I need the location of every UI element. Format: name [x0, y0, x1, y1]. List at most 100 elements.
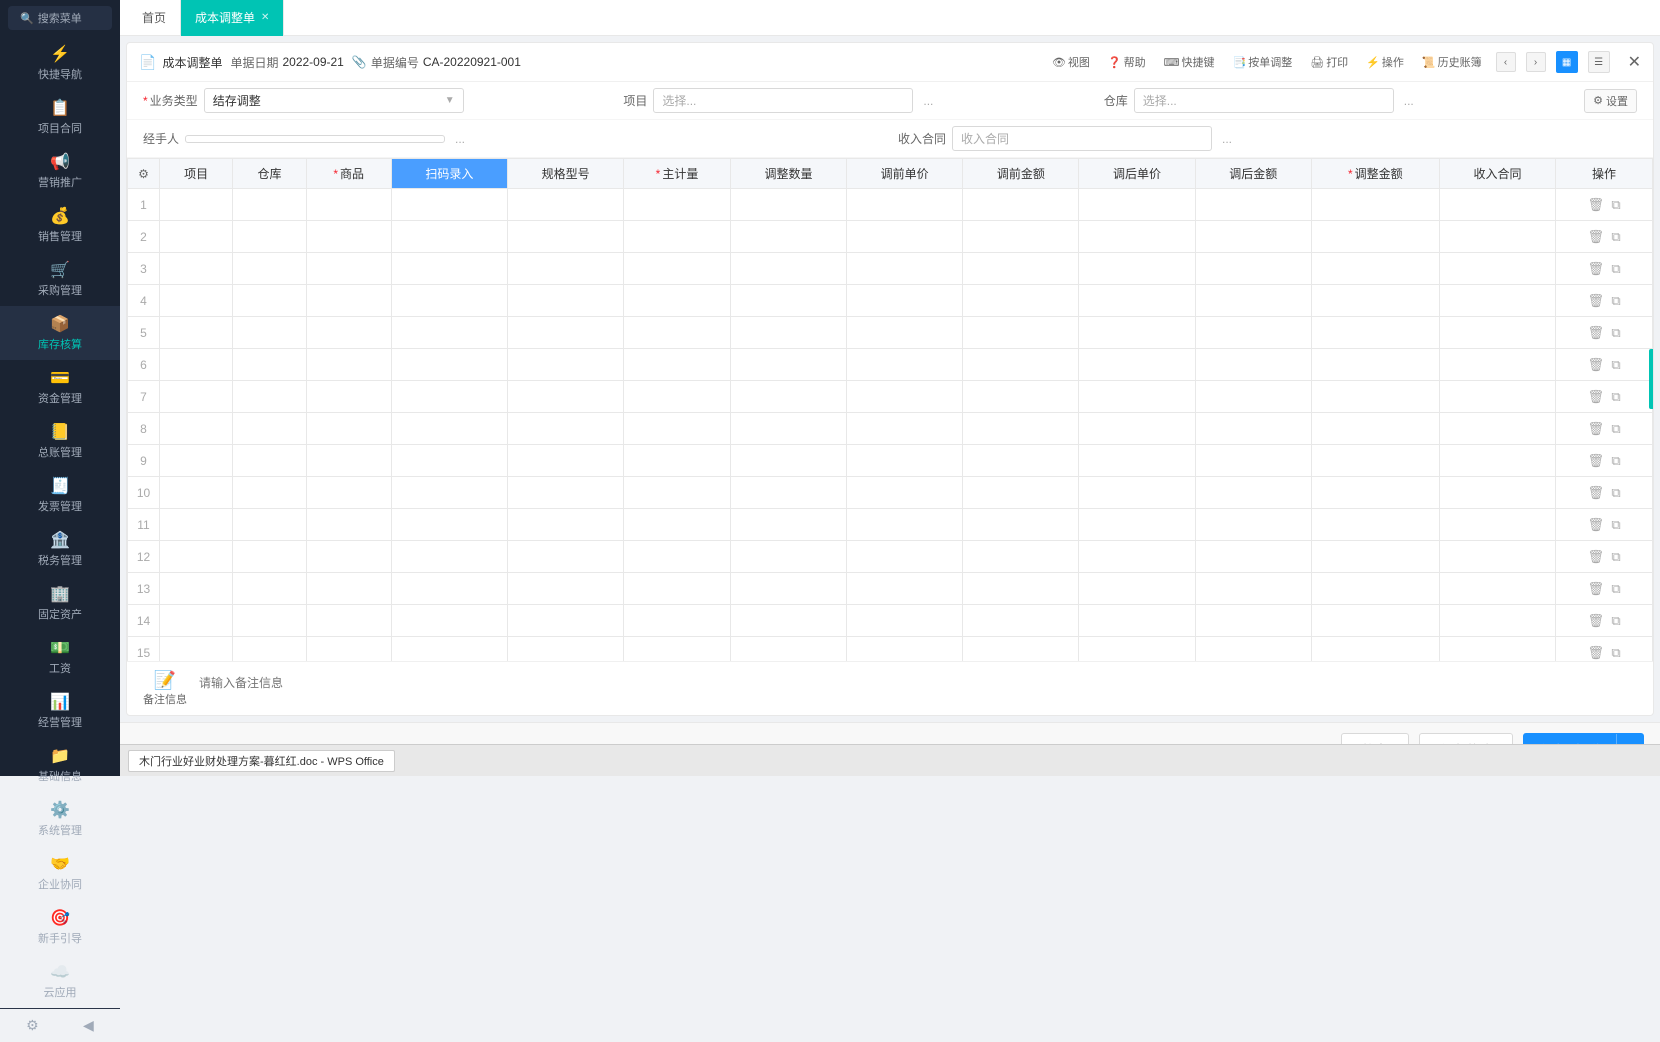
- cell-adj-amount[interactable]: [1311, 349, 1439, 381]
- cell-adj-amount[interactable]: [1311, 541, 1439, 573]
- cell-post-price[interactable]: [1079, 477, 1195, 509]
- cell-pre-amount[interactable]: [963, 381, 1079, 413]
- warehouse-ellipsis-btn[interactable]: ...: [1400, 94, 1418, 108]
- cell-post-price[interactable]: [1079, 349, 1195, 381]
- tab-home[interactable]: 首页: [128, 0, 181, 36]
- cell-unit[interactable]: [624, 317, 731, 349]
- cell-adj-amount[interactable]: [1311, 317, 1439, 349]
- cell-income-contract[interactable]: [1439, 413, 1555, 445]
- sidebar-item-purchase-mgmt[interactable]: 🛒 采购管理: [0, 252, 120, 306]
- tab-close-icon[interactable]: ✕: [261, 12, 269, 23]
- copy-row-icon[interactable]: ⧉: [1611, 389, 1620, 404]
- taskbar-wps-item[interactable]: 木门行业好业财处理方案-暮红红.doc - WPS Office: [128, 750, 395, 772]
- cell-product[interactable]: [306, 253, 391, 285]
- cell-project[interactable]: [160, 509, 233, 541]
- cell-spec[interactable]: [508, 605, 624, 637]
- cell-warehouse[interactable]: [233, 413, 306, 445]
- cell-warehouse[interactable]: [233, 221, 306, 253]
- cell-income-contract[interactable]: [1439, 605, 1555, 637]
- cell-warehouse[interactable]: [233, 509, 306, 541]
- cell-spec[interactable]: [508, 413, 624, 445]
- cell-income-contract[interactable]: [1439, 477, 1555, 509]
- delete-row-icon[interactable]: 🗑: [1587, 453, 1604, 468]
- cell-scan[interactable]: [391, 381, 507, 413]
- view-grid-btn[interactable]: ▦: [1556, 51, 1578, 73]
- nav-prev-btn[interactable]: ‹: [1496, 52, 1516, 72]
- cell-project[interactable]: [160, 477, 233, 509]
- col-settings[interactable]: ⚙: [128, 159, 160, 189]
- delete-row-icon[interactable]: 🗑: [1587, 229, 1604, 244]
- cell-spec[interactable]: [508, 477, 624, 509]
- cell-project[interactable]: [160, 381, 233, 413]
- cell-product[interactable]: [306, 189, 391, 221]
- nav-next-btn[interactable]: ›: [1526, 52, 1546, 72]
- sidebar-item-tax[interactable]: 🏦 税务管理: [0, 522, 120, 576]
- project-ellipsis-btn[interactable]: ...: [919, 94, 937, 108]
- cell-project[interactable]: [160, 317, 233, 349]
- cell-product[interactable]: [306, 285, 391, 317]
- cell-adj-qty[interactable]: [730, 477, 846, 509]
- cell-income-contract[interactable]: [1439, 637, 1555, 662]
- cell-warehouse[interactable]: [233, 189, 306, 221]
- history-btn[interactable]: 📜 历史账簿: [1418, 52, 1486, 72]
- cell-adj-amount[interactable]: [1311, 445, 1439, 477]
- cell-pre-amount[interactable]: [963, 189, 1079, 221]
- cell-unit[interactable]: [624, 253, 731, 285]
- cell-project[interactable]: [160, 413, 233, 445]
- sidebar-item-invoice[interactable]: 🧾 发票管理: [0, 468, 120, 522]
- sidebar-item-finance[interactable]: 💳 资金管理: [0, 360, 120, 414]
- cell-unit[interactable]: [624, 349, 731, 381]
- cell-project[interactable]: [160, 445, 233, 477]
- cell-income-contract[interactable]: [1439, 509, 1555, 541]
- cell-product[interactable]: [306, 477, 391, 509]
- cell-adj-amount[interactable]: [1311, 381, 1439, 413]
- cell-income-contract[interactable]: [1439, 541, 1555, 573]
- project-input[interactable]: 选择...: [653, 88, 913, 113]
- cell-pre-price[interactable]: [847, 349, 963, 381]
- cell-scan[interactable]: [391, 285, 507, 317]
- cell-income-contract[interactable]: [1439, 349, 1555, 381]
- cell-post-price[interactable]: [1079, 541, 1195, 573]
- cell-product[interactable]: [306, 445, 391, 477]
- cell-post-amount[interactable]: [1195, 605, 1311, 637]
- cell-pre-price[interactable]: [847, 445, 963, 477]
- cell-income-contract[interactable]: [1439, 253, 1555, 285]
- copy-row-icon[interactable]: ⧉: [1611, 517, 1620, 532]
- cell-pre-amount[interactable]: [963, 413, 1079, 445]
- cell-spec[interactable]: [508, 637, 624, 662]
- help-btn[interactable]: ❓ 帮助: [1104, 52, 1150, 72]
- cell-unit[interactable]: [624, 573, 731, 605]
- sidebar-item-inventory[interactable]: 📦 库存核算: [0, 306, 120, 360]
- cell-post-amount[interactable]: [1195, 477, 1311, 509]
- cell-adj-amount[interactable]: [1311, 477, 1439, 509]
- notes-icon-section[interactable]: 📝 备注信息: [143, 670, 187, 707]
- cell-adj-qty[interactable]: [730, 221, 846, 253]
- cell-project[interactable]: [160, 637, 233, 662]
- cell-pre-amount[interactable]: [963, 445, 1079, 477]
- cell-warehouse[interactable]: [233, 349, 306, 381]
- cell-spec[interactable]: [508, 189, 624, 221]
- sidebar-item-sales-promo[interactable]: 📢 营销推广: [0, 144, 120, 198]
- cell-pre-price[interactable]: [847, 541, 963, 573]
- copy-row-icon[interactable]: ⧉: [1611, 453, 1620, 468]
- cell-product[interactable]: [306, 541, 391, 573]
- cell-spec[interactable]: [508, 541, 624, 573]
- cell-scan[interactable]: [391, 445, 507, 477]
- cell-income-contract[interactable]: [1439, 317, 1555, 349]
- collapse-icon[interactable]: ◀: [83, 1017, 94, 1034]
- copy-row-icon[interactable]: ⧉: [1611, 261, 1620, 276]
- cell-unit[interactable]: [624, 381, 731, 413]
- cell-unit[interactable]: [624, 509, 731, 541]
- cell-adj-qty[interactable]: [730, 253, 846, 285]
- sidebar-item-sys-mgmt[interactable]: ⚙️ 系统管理: [0, 792, 120, 846]
- cell-warehouse[interactable]: [233, 637, 306, 662]
- delete-row-icon[interactable]: 🗑: [1587, 261, 1604, 276]
- cell-unit[interactable]: [624, 285, 731, 317]
- cell-adj-qty[interactable]: [730, 541, 846, 573]
- delete-row-icon[interactable]: 🗑: [1587, 389, 1604, 404]
- cell-post-price[interactable]: [1079, 637, 1195, 662]
- income-contract-ellipsis-btn[interactable]: ...: [1218, 132, 1236, 146]
- cell-scan[interactable]: [391, 509, 507, 541]
- cell-warehouse[interactable]: [233, 541, 306, 573]
- cell-pre-amount[interactable]: [963, 285, 1079, 317]
